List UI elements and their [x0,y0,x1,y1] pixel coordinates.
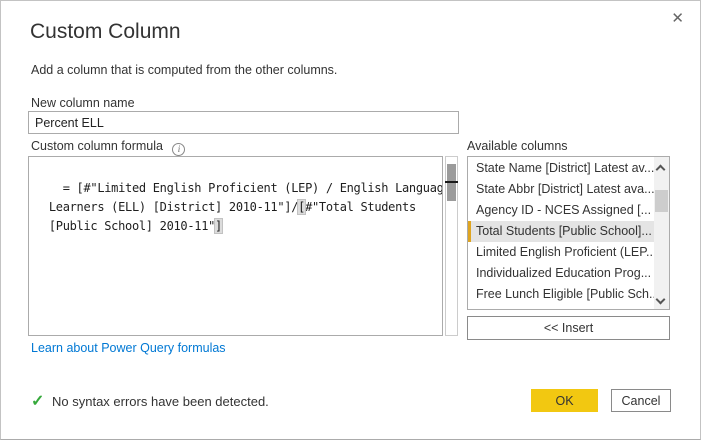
list-item-label: Free Lunch Eligible [Public Sch... [476,287,654,301]
list-item-label: Agency ID - NCES Assigned [... [476,203,651,217]
new-column-name-input[interactable] [28,111,459,134]
scroll-down-icon[interactable] [656,295,666,305]
list-scrollbar-thumb[interactable] [655,190,668,212]
list-item[interactable]: State Abbr [District] Latest ava... [468,179,654,200]
formula-scrollbar[interactable] [445,156,458,336]
formula-bracket-highlight: ] [215,219,222,233]
learn-formulas-link[interactable]: Learn about Power Query formulas [31,341,226,355]
info-icon[interactable]: i [172,143,185,156]
available-columns-list: State Name [District] Latest av... State … [467,156,670,310]
new-column-name-label: New column name [31,96,135,110]
formula-editor[interactable]: = [#"Limited English Proficient (LEP) / … [28,156,443,336]
list-item-label: Limited English Proficient (LEP... [476,245,654,259]
list-item[interactable]: Agency ID - NCES Assigned [... [468,200,654,221]
available-columns-rows: State Name [District] Latest av... State … [468,158,654,310]
list-item-label: Reduced-price Lunch Eligible... [476,308,649,310]
custom-column-dialog: ✕ Custom Column Add a column that is com… [0,0,701,440]
available-columns-label: Available columns [467,139,568,153]
status-message: No syntax errors have been detected. [52,394,269,409]
scroll-up-icon[interactable] [656,165,666,175]
check-icon: ✓ [31,391,44,411]
list-item[interactable]: Free Lunch Eligible [Public Sch... [468,284,654,305]
formula-label: Custom column formula [31,139,163,153]
insert-button[interactable]: << Insert [467,316,670,340]
list-item-label: State Name [District] Latest av... [476,161,654,175]
close-button[interactable]: ✕ [667,5,688,31]
dialog-title: Custom Column [30,20,181,44]
list-scrollbar[interactable] [654,157,669,309]
list-item[interactable]: Limited English Proficient (LEP... [468,242,654,263]
list-item[interactable]: State Name [District] Latest av... [468,158,654,179]
list-item[interactable]: Total Students [Public School]... [468,221,654,242]
list-item[interactable]: Reduced-price Lunch Eligible... [468,305,654,310]
formula-label-row: Custom column formula i [31,139,185,156]
list-item-label: Total Students [Public School]... [476,224,652,238]
list-item-label: State Abbr [District] Latest ava... [476,182,654,196]
formula-text: = [#"Limited English Proficient (LEP) / … [35,181,443,233]
dialog-subtitle: Add a column that is computed from the o… [31,63,337,77]
ok-button[interactable]: OK [531,389,598,412]
close-icon: ✕ [671,10,684,27]
list-item-label: Individualized Education Prog... [476,266,651,280]
formula-scrollbar-gripper[interactable] [445,181,458,183]
cancel-button[interactable]: Cancel [611,389,671,412]
list-item[interactable]: Individualized Education Prog... [468,263,654,284]
selection-bar [468,221,471,242]
